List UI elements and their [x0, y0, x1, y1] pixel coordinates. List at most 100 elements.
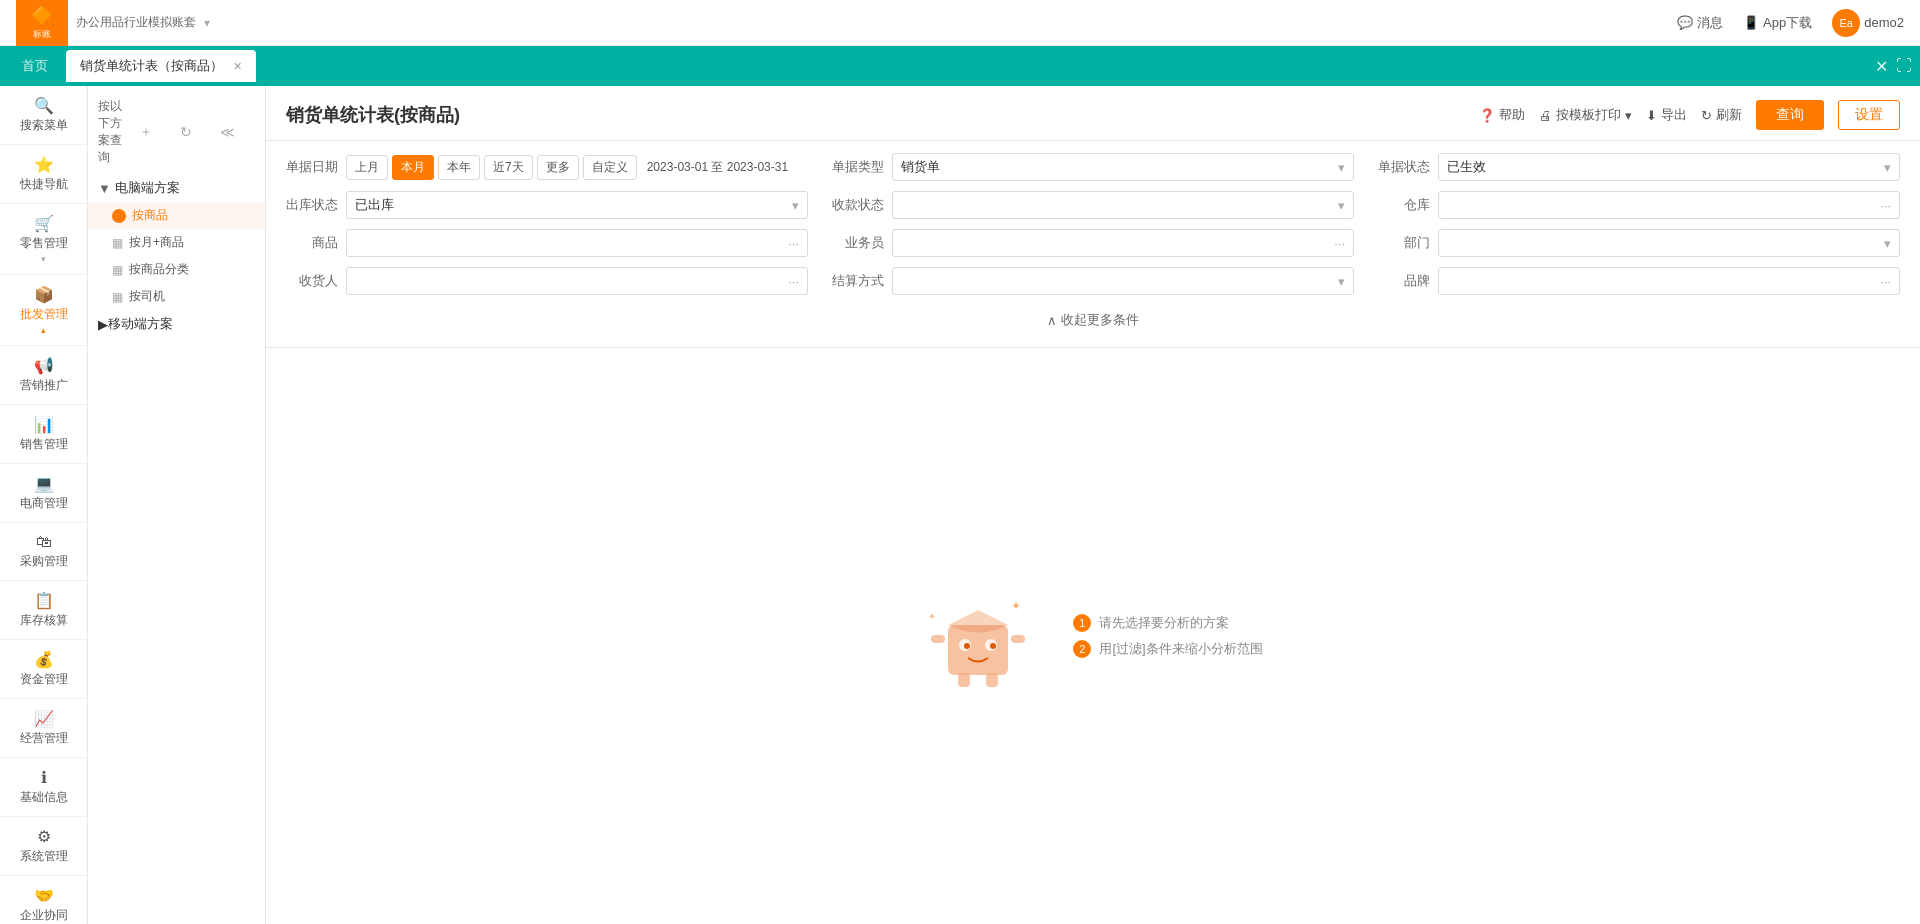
system-icon: ⚙: [37, 827, 51, 846]
filter-date: 单据日期 上月 本月 本年 近7天 更多 自定义 2023-03-01 至 20…: [286, 155, 808, 180]
svg-rect-5: [931, 635, 945, 643]
sidebar-item-inventory[interactable]: 📋 库存核算: [0, 581, 87, 640]
docstatus-chevron-icon: ▾: [1884, 160, 1891, 175]
sidebar-item-ecommerce[interactable]: 💻 电商管理: [0, 464, 87, 523]
consignee-input[interactable]: ···: [346, 267, 808, 295]
app-download-btn[interactable]: 📱 App下载: [1743, 14, 1812, 32]
empty-illustration: ✦ ✦: [923, 580, 1033, 693]
date-label: 单据日期: [286, 158, 338, 176]
wholesale-arrow: ▴: [41, 325, 46, 335]
stats-tab-label: 销货单统计表（按商品）: [80, 57, 223, 75]
tab-stats[interactable]: 销货单统计表（按商品） ✕: [66, 50, 256, 82]
settle-select[interactable]: ▾: [892, 267, 1354, 295]
svg-rect-8: [986, 673, 998, 687]
brand-input[interactable]: ···: [1438, 267, 1900, 295]
goods-input[interactable]: ···: [346, 229, 808, 257]
print-btn[interactable]: 🖨 按模板打印 ▾: [1539, 106, 1632, 124]
svg-rect-7: [958, 673, 970, 687]
tab-home[interactable]: 首页: [8, 50, 62, 82]
page-title: 销货单统计表(按商品): [286, 103, 460, 127]
scheme-item-goods-category[interactable]: ▦ 按商品分类: [88, 256, 265, 283]
scheme-item-driver[interactable]: ▦ 按司机: [88, 283, 265, 310]
user-menu[interactable]: Ea demo2: [1832, 9, 1904, 37]
main-layout: 🔍 搜索菜单 ⭐ 快捷导航 🛒 零售管理 ▾ 📦 批发管理 ▴ 📢 营销推广 📊…: [0, 86, 1920, 924]
sidebar-item-marketing[interactable]: 📢 营销推广: [0, 346, 87, 405]
collab-icon: 🤝: [34, 886, 54, 905]
marketing-icon: 📢: [34, 356, 54, 375]
settle-label: 结算方式: [832, 272, 884, 290]
export-btn[interactable]: ⬇ 导出: [1646, 106, 1687, 124]
sidebar-item-finance[interactable]: 💰 资金管理: [0, 640, 87, 699]
sidebar-item-purchase[interactable]: 🛍 采购管理: [0, 523, 87, 581]
sidebar-item-sales[interactable]: 📊 销售管理: [0, 405, 87, 464]
collectstatus-label: 收款状态: [832, 196, 884, 214]
search-icon: 🔍: [34, 96, 54, 115]
svg-text:✦: ✦: [928, 611, 936, 622]
sidebar-item-basic[interactable]: ℹ 基础信息: [0, 758, 87, 817]
sidebar: 🔍 搜索菜单 ⭐ 快捷导航 🛒 零售管理 ▾ 📦 批发管理 ▴ 📢 营销推广 📊…: [0, 86, 88, 924]
tab-close-btn[interactable]: ✕: [233, 60, 242, 73]
sidebar-item-operations[interactable]: 📈 经营管理: [0, 699, 87, 758]
doctype-select[interactable]: 销货单 ▾: [892, 153, 1354, 181]
download-icon: 📱: [1743, 15, 1759, 30]
sidebar-item-collab[interactable]: 🤝 企业协同: [0, 876, 87, 924]
tab-close-window-btn[interactable]: ✕: [1875, 57, 1888, 76]
top-bar-left: 🔶 标账 办公用品行业模拟账套 ▾: [16, 0, 210, 46]
scheme-item-month-goods[interactable]: ▦ 按月+商品: [88, 229, 265, 256]
date-btn-7days[interactable]: 近7天: [484, 155, 533, 180]
svg-point-3: [964, 643, 970, 649]
sidebar-item-system[interactable]: ⚙ 系统管理: [0, 817, 87, 876]
sidebar-item-wholesale[interactable]: 📦 批发管理 ▴: [0, 275, 87, 346]
date-btn-thismonth[interactable]: 本月: [392, 155, 434, 180]
dept-select[interactable]: ▾: [1438, 229, 1900, 257]
refresh-icon: ↻: [1701, 108, 1712, 123]
collectstatus-select[interactable]: ▾: [892, 191, 1354, 219]
sidebar-item-search[interactable]: 🔍 搜索菜单: [0, 86, 87, 145]
warehouse-input[interactable]: ···: [1438, 191, 1900, 219]
dept-label: 部门: [1378, 234, 1430, 252]
doctype-label: 单据类型: [832, 158, 884, 176]
filter-consignee: 收货人 ···: [286, 267, 808, 295]
refresh-btn[interactable]: ↻ 刷新: [1701, 106, 1742, 124]
settle-chevron-icon: ▾: [1338, 274, 1345, 289]
sidebar-item-retail[interactable]: 🛒 零售管理 ▾: [0, 204, 87, 275]
docstatus-select[interactable]: 已生效 ▾: [1438, 153, 1900, 181]
retail-arrow: ▾: [41, 254, 46, 264]
ecommerce-icon: 💻: [34, 474, 54, 493]
collapse-scheme-btn[interactable]: ≪: [220, 124, 255, 140]
right-main: 销货单统计表(按商品) ❓ 帮助 🖨 按模板打印 ▾ ⬇ 导出: [266, 86, 1920, 924]
sidebar-item-quicknav[interactable]: ⭐ 快捷导航: [0, 145, 87, 204]
date-btn-more[interactable]: 更多: [537, 155, 579, 180]
msg-btn[interactable]: 💬 消息: [1677, 14, 1723, 32]
consignee-dots-icon: ···: [788, 274, 799, 289]
date-btn-custom[interactable]: 自定义: [583, 155, 637, 180]
tab-bar-right: ✕ ⛶: [1875, 57, 1912, 76]
query-btn[interactable]: 查询: [1756, 100, 1824, 130]
collapse-icon: ∧: [1047, 313, 1057, 328]
scheme-group-desktop-title[interactable]: ▼ 电脑端方案: [88, 174, 265, 202]
date-btn-lastmonth[interactable]: 上月: [346, 155, 388, 180]
date-btn-thisyear[interactable]: 本年: [438, 155, 480, 180]
sub-item-icon-1: ▦: [112, 236, 123, 250]
scheme-item-by-goods[interactable]: 按商品: [88, 202, 265, 229]
page-header: 销货单统计表(按商品) ❓ 帮助 🖨 按模板打印 ▾ ⬇ 导出: [266, 86, 1920, 141]
outstatus-chevron-icon: ▾: [792, 198, 799, 213]
tab-maximize-btn[interactable]: ⛶: [1896, 57, 1912, 76]
settings-btn[interactable]: 设置: [1838, 100, 1900, 130]
date-range-display: 2023-03-01 至 2023-03-31: [647, 159, 788, 176]
salesman-input[interactable]: ···: [892, 229, 1354, 257]
mobile-group-arrow-icon: ▶: [98, 317, 108, 332]
filter-doctype: 单据类型 销货单 ▾: [832, 153, 1354, 181]
svg-rect-6: [1011, 635, 1025, 643]
help-btn[interactable]: ❓ 帮助: [1479, 106, 1525, 124]
app-name-dropdown[interactable]: ▾: [204, 16, 210, 30]
collapse-filter-btn[interactable]: ∧ 收起更多条件: [286, 305, 1900, 335]
scheme-group-mobile-title[interactable]: ▶ 移动端方案: [88, 310, 265, 338]
filter-docstatus: 单据状态 已生效 ▾: [1378, 153, 1900, 181]
content-area: 按以下方案查询 ＋ ↻ ≪ ▼ 电脑端方案 按商品 ▦ 按月+商品: [88, 86, 1920, 924]
dept-chevron-icon: ▾: [1884, 236, 1891, 251]
outstatus-select[interactable]: 已出库 ▾: [346, 191, 808, 219]
app-subtitle: 办公用品行业模拟账套: [76, 14, 196, 31]
add-scheme-btn[interactable]: ＋: [139, 123, 174, 141]
refresh-scheme-btn[interactable]: ↻: [180, 124, 215, 140]
